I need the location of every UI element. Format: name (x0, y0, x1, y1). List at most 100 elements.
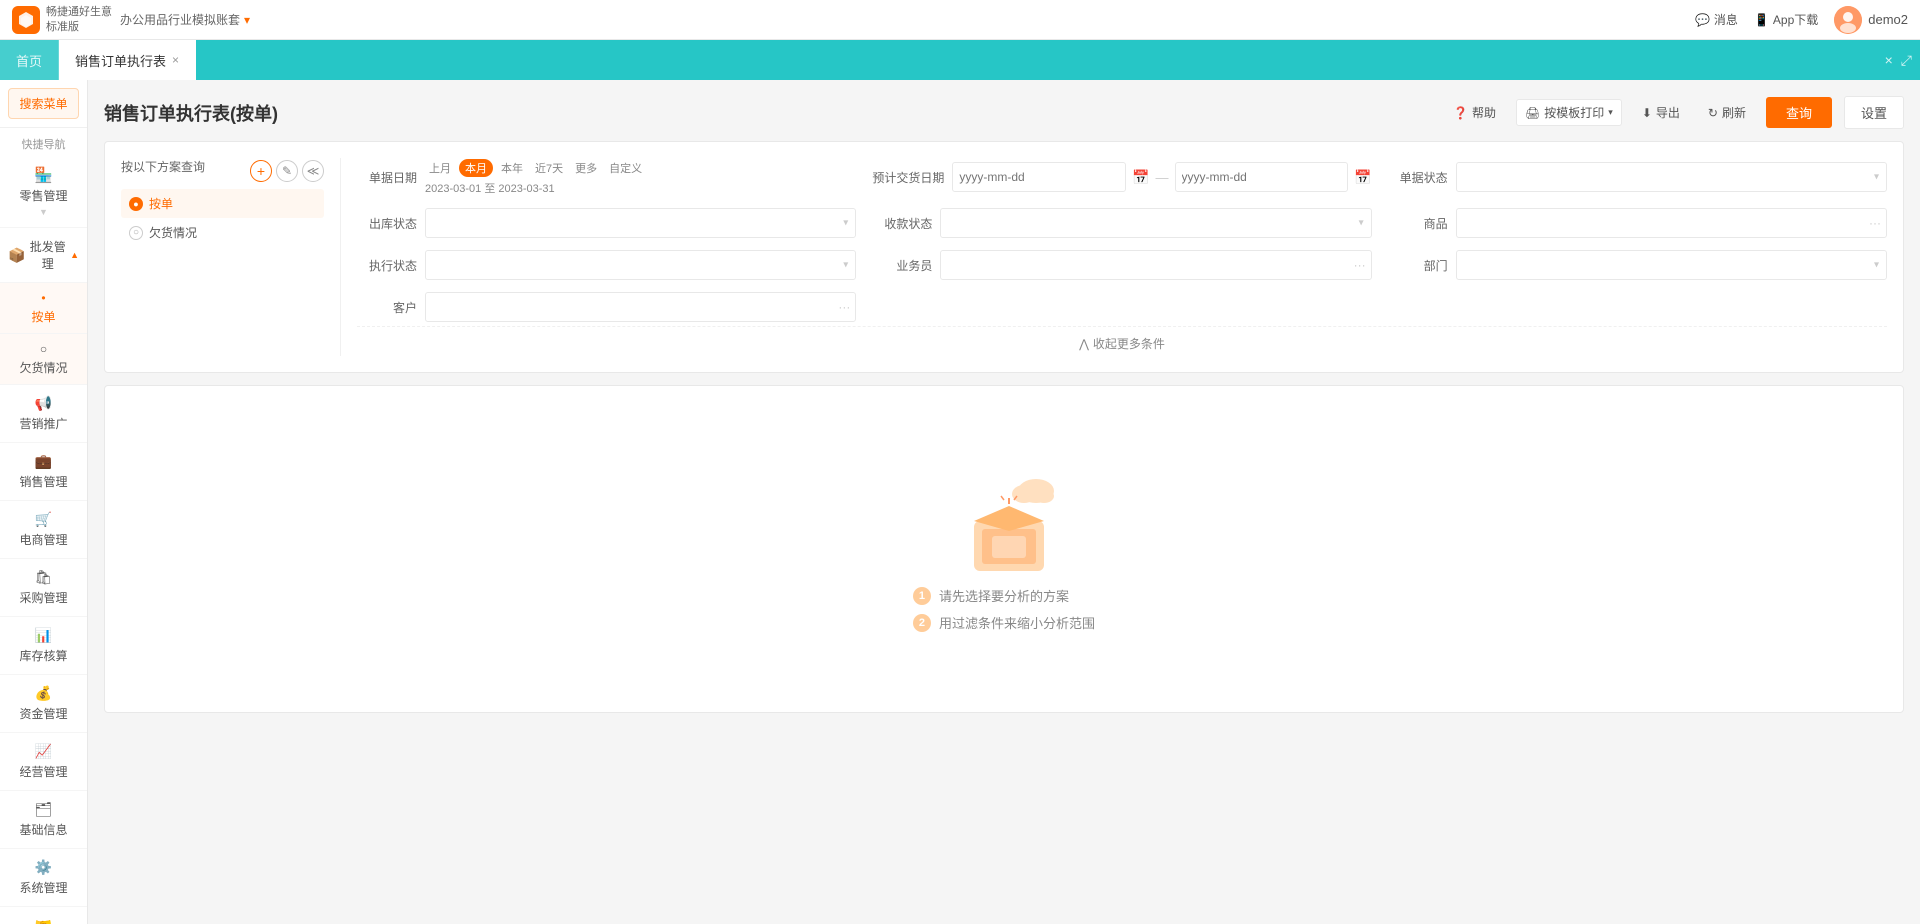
sidebar-item-operations[interactable]: 📈 经营管理 (0, 733, 87, 791)
refresh-icon: ↻ (1708, 106, 1718, 120)
header-left: 畅捷通好生意 标准版 办公用品行业模拟账套 ▾ (12, 5, 250, 34)
content-area: 销售订单执行表(按单) ❓ 帮助 🖨 按模板打印 ▾ ⬇ 导出 (88, 80, 1920, 924)
more-conditions-button[interactable]: ⋀ 收起更多条件 (1079, 335, 1165, 352)
doc-status-label: 单据状态 (1388, 169, 1448, 186)
help-icon: ❓ (1453, 106, 1468, 120)
sidebar-item-purchase[interactable]: 🛍 采购管理 (0, 559, 87, 617)
operations-icon: 📈 (35, 743, 52, 760)
empty-state: 1 请先选择要分析的方案 2 用过滤条件来缩小分析范围 (104, 385, 1904, 713)
logo-area: 畅捷通好生意 标准版 (12, 5, 112, 34)
export-icon: ⬇ (1642, 106, 1652, 120)
sidebar: 搜索菜单 快捷导航 🏪 零售管理 ▼ 📦 批发管理 ▲ • 按单 ○ 欠货情况 (0, 80, 88, 924)
date-tab-last7[interactable]: 近7天 (531, 158, 567, 178)
filter-exec-status-row: 执行状态 全部 未完成 已完成 ▾ (357, 250, 856, 280)
salesperson-more-icon[interactable]: ··· (1354, 258, 1366, 272)
delivery-date-start[interactable] (952, 162, 1126, 192)
tab-home[interactable]: 首页 (0, 40, 59, 80)
sidebar-item-enterprise[interactable]: 🤝 企业协同 (0, 907, 87, 924)
date-tab-this-year[interactable]: 本年 (497, 158, 527, 178)
tab-sales-order-exec[interactable]: 销售订单执行表 × (59, 40, 196, 80)
sidebar-item-retail-mgmt[interactable]: 🏪 零售管理 ▼ (0, 156, 87, 228)
window-expand-icon[interactable]: ⤢ (1901, 52, 1912, 69)
active-dot: • (41, 291, 45, 305)
date-tab-last-month[interactable]: 上月 (425, 158, 455, 178)
main-layout: 搜索菜单 快捷导航 🏪 零售管理 ▼ 📦 批发管理 ▲ • 按单 ○ 欠货情况 (0, 80, 1920, 924)
query-button[interactable]: 查询 (1766, 97, 1832, 128)
collapse-icon: ⋀ (1079, 337, 1089, 351)
product-input-wrap: ··· (1456, 208, 1887, 238)
sidebar-item-finance[interactable]: 💰 资金管理 (0, 675, 87, 733)
customer-label: 客户 (357, 299, 417, 316)
sidebar-sub-item-欠货情况[interactable]: ○ 欠货情况 (0, 334, 87, 385)
logo-icon (12, 6, 40, 34)
calendar-start-icon[interactable]: 📅 (1132, 169, 1149, 186)
tab-close-icon[interactable]: × (172, 53, 179, 67)
receipt-status-select-wrap: 全部 未收款 部分收款 全部收款 ▾ (940, 208, 1371, 238)
calendar-end-icon[interactable]: 📅 (1354, 169, 1371, 186)
exec-status-label: 执行状态 (357, 257, 417, 274)
refresh-button[interactable]: ↻ 刷新 (1700, 100, 1754, 125)
salesperson-input-wrap: ··· (940, 250, 1371, 280)
settings-icon: ⚙️ (35, 859, 52, 876)
scheme-label: 按以下方案查询 (121, 158, 205, 175)
sidebar-sub-item-按单[interactable]: • 按单 (0, 283, 87, 334)
help-button[interactable]: ❓ 帮助 (1445, 100, 1504, 125)
message-button[interactable]: 💬 消息 (1695, 11, 1738, 28)
scheme-item-欠货情况[interactable]: ○ 欠货情况 (121, 218, 324, 247)
customer-input[interactable] (425, 292, 856, 322)
search-menu-button[interactable]: 搜索菜单 (8, 88, 79, 119)
step-1-number: 1 (913, 587, 931, 605)
customer-more-icon[interactable]: ··· (838, 300, 850, 314)
message-icon: 💬 (1695, 13, 1710, 27)
window-close-icon[interactable]: × (1885, 52, 1893, 68)
dept-select[interactable] (1456, 250, 1887, 280)
filter-form: 单据日期 上月 本月 本年 近7天 更多 自定义 (357, 158, 1887, 356)
page-title-bar: 销售订单执行表(按单) ❓ 帮助 🖨 按模板打印 ▾ ⬇ 导出 (104, 96, 1904, 129)
sidebar-item-basic-info[interactable]: 🗂 基础信息 (0, 791, 87, 849)
dropdown-arrow-icon: ▾ (1608, 107, 1613, 118)
filter-product-row: 商品 ··· (1388, 208, 1887, 238)
receipt-status-select[interactable]: 全部 未收款 部分收款 全部收款 (940, 208, 1371, 238)
sidebar-item-ecommerce[interactable]: 🛒 电商管理 (0, 501, 87, 559)
export-button[interactable]: ⬇ 导出 (1634, 100, 1688, 125)
date-tab-more[interactable]: 更多 (571, 158, 601, 178)
enterprise-icon: 🤝 (35, 917, 52, 924)
more-conditions-area: ⋀ 收起更多条件 (357, 326, 1887, 356)
empty-step-1: 1 请先选择要分析的方案 (913, 586, 1095, 605)
settings-button[interactable]: 设置 (1844, 96, 1904, 129)
sidebar-item-marketing[interactable]: 📢 营销推广 (0, 385, 87, 443)
logo-text: 畅捷通好生意 标准版 (46, 5, 112, 34)
product-input[interactable] (1456, 208, 1887, 238)
template-print-button[interactable]: 🖨 按模板打印 ▾ (1516, 99, 1622, 126)
sidebar-item-sales-mgmt[interactable]: 💼 销售管理 (0, 443, 87, 501)
out-status-select[interactable]: 全部 未出库 部分出库 全部出库 (425, 208, 856, 238)
user-menu[interactable]: demo2 (1834, 6, 1908, 34)
sidebar-item-wholesale-mgmt[interactable]: 📦 批发管理 ▲ (0, 228, 87, 283)
app-download-button[interactable]: 📱 App下载 (1754, 11, 1818, 28)
delivery-date-end[interactable] (1175, 162, 1349, 192)
empty-illustration (954, 466, 1054, 566)
product-more-icon[interactable]: ··· (1869, 216, 1881, 230)
empty-step-2: 2 用过滤条件来缩小分析范围 (913, 613, 1095, 632)
date-tab-custom[interactable]: 自定义 (605, 158, 646, 178)
exec-status-select[interactable]: 全部 未完成 已完成 (425, 250, 856, 280)
edit-scheme-button[interactable]: ✎ (276, 160, 298, 182)
salesperson-input[interactable] (940, 250, 1371, 280)
doc-status-select[interactable]: 全部 未审核 已审核 (1456, 162, 1887, 192)
filter-customer-row: 客户 ··· (357, 292, 856, 322)
sidebar-item-sys-mgmt[interactable]: ⚙️ 系统管理 (0, 849, 87, 907)
out-status-label: 出库状态 (357, 215, 417, 232)
filter-panel: 按以下方案查询 + ✎ ≪ ● 按单 ○ (104, 141, 1904, 373)
sidebar-item-inventory[interactable]: 📊 库存核算 (0, 617, 87, 675)
filter-scheme-panel: 按以下方案查询 + ✎ ≪ ● 按单 ○ (121, 158, 341, 356)
scheme-item-按单[interactable]: ● 按单 (121, 189, 324, 218)
collapse-scheme-button[interactable]: ≪ (302, 160, 324, 182)
dept-label: 部门 (1388, 257, 1448, 274)
add-scheme-button[interactable]: + (250, 160, 272, 182)
date-tab-this-month[interactable]: 本月 (459, 159, 493, 177)
retail-icon: 🏪 (34, 166, 53, 184)
filter-doc-status-row: 单据状态 全部 未审核 已审核 ▾ (1388, 162, 1887, 192)
filter-section: 按以下方案查询 + ✎ ≪ ● 按单 ○ (121, 158, 1887, 356)
dept-select-wrap: ▾ (1456, 250, 1887, 280)
exec-status-select-wrap: 全部 未完成 已完成 ▾ (425, 250, 856, 280)
